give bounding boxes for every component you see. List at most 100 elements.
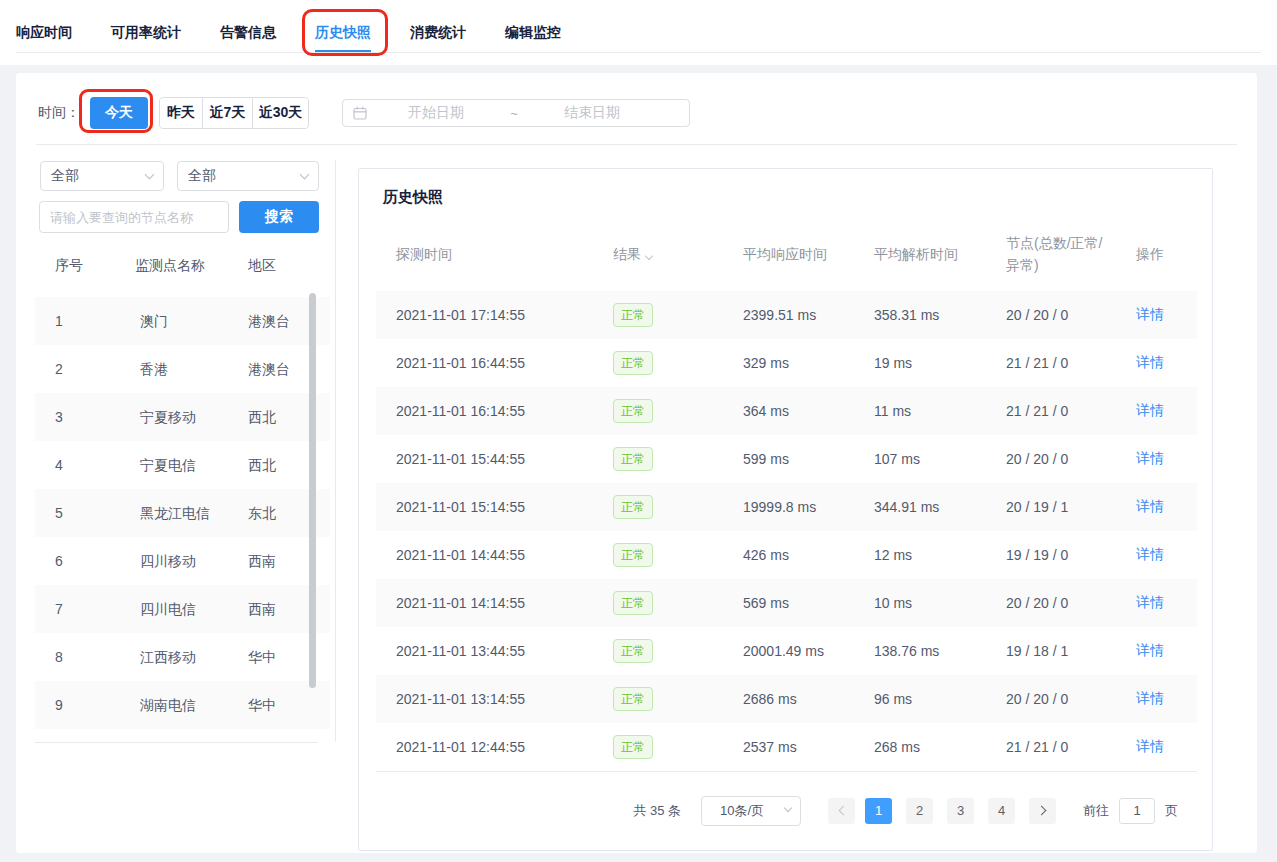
- status-badge: 正常: [613, 687, 653, 711]
- cell-avg-response: 426 ms: [723, 547, 854, 563]
- sidebar-table-header: 序号 监测点名称 地区: [16, 251, 336, 279]
- detail-link[interactable]: 详情: [1136, 450, 1164, 466]
- cell-nodes: 20 / 20 / 0: [986, 691, 1116, 707]
- cell-avg-resolve: 107 ms: [854, 451, 986, 467]
- snapshot-row: 2021-11-01 14:14:55 正常 569 ms 10 ms 20 /…: [376, 579, 1197, 627]
- monitor-point-row[interactable]: 8 江西移动 华中: [35, 633, 330, 681]
- monitor-point-row[interactable]: 5 黑龙江电信 东北: [35, 489, 330, 537]
- cell-nodes: 20 / 20 / 0: [986, 451, 1116, 467]
- tab-list: 响应时间 可用率统计 告警信息 历史快照 消费统计 编辑监控: [16, 13, 561, 53]
- column-nodes: 节点(总数/正常/异常): [986, 232, 1116, 276]
- row-index: 1: [55, 297, 63, 345]
- tab-response-time[interactable]: 响应时间: [16, 13, 72, 53]
- prev-page-button[interactable]: [828, 798, 855, 824]
- row-name: 澳门: [140, 297, 168, 345]
- tab-history-snapshot[interactable]: 历史快照: [315, 13, 371, 53]
- detail-link[interactable]: 详情: [1136, 498, 1164, 514]
- row-name: 江西移动: [140, 633, 196, 681]
- cell-avg-response: 2399.51 ms: [723, 307, 854, 323]
- detail-link[interactable]: 详情: [1136, 738, 1164, 754]
- sidebar-scrollbar-thumb[interactable]: [309, 293, 316, 688]
- snapshot-table-body: 2021-11-01 17:14:55 正常 2399.51 ms 358.31…: [376, 291, 1197, 772]
- tabbar-divider: [16, 52, 1261, 53]
- cell-probe-time: 2021-11-01 14:14:55: [376, 595, 593, 611]
- tab-availability-stats[interactable]: 可用率统计: [111, 13, 181, 53]
- row-region: 港澳台: [248, 297, 290, 345]
- page: 响应时间 可用率统计 告警信息 历史快照 消费统计 编辑监控 时间： 今天 昨天…: [0, 0, 1277, 862]
- column-avg-response: 平均响应时间: [723, 243, 854, 265]
- sort-caret-icon[interactable]: [645, 252, 653, 260]
- monitor-point-row[interactable]: 6 四川移动 西南: [35, 537, 330, 585]
- cell-action: 详情: [1116, 498, 1197, 516]
- chevron-down-icon: [300, 170, 310, 180]
- node-search-input[interactable]: [39, 201, 229, 233]
- time-filter-yesterday-button[interactable]: 昨天: [160, 98, 202, 128]
- next-page-button[interactable]: [1029, 798, 1056, 824]
- column-result[interactable]: 结果: [593, 243, 723, 265]
- column-index: 序号: [55, 251, 83, 279]
- date-separator: ~: [505, 106, 523, 121]
- page-button-4[interactable]: 4: [988, 798, 1015, 824]
- search-button[interactable]: 搜索: [239, 201, 319, 233]
- row-region: 华中: [248, 633, 276, 681]
- page-size-select[interactable]: 10条/页: [701, 796, 801, 826]
- cell-avg-response: 20001.49 ms: [723, 643, 854, 659]
- detail-link[interactable]: 详情: [1136, 306, 1164, 322]
- column-action: 操作: [1116, 243, 1197, 265]
- tab-edit-monitor[interactable]: 编辑监控: [505, 13, 561, 53]
- cell-nodes: 21 / 21 / 0: [986, 403, 1116, 419]
- cell-avg-response: 599 ms: [723, 451, 854, 467]
- detail-link[interactable]: 详情: [1136, 354, 1164, 370]
- tab-bar: 响应时间 可用率统计 告警信息 历史快照 消费统计 编辑监控: [0, 0, 1277, 65]
- page-button-3[interactable]: 3: [947, 798, 974, 824]
- tab-alert-info[interactable]: 告警信息: [220, 13, 276, 53]
- snapshot-row: 2021-11-01 16:44:55 正常 329 ms 19 ms 21 /…: [376, 339, 1197, 387]
- snapshot-row: 2021-11-01 15:14:55 正常 19999.8 ms 344.91…: [376, 483, 1197, 531]
- detail-link[interactable]: 详情: [1136, 690, 1164, 706]
- cell-result: 正常: [593, 495, 723, 519]
- status-badge: 正常: [613, 591, 653, 615]
- date-start-placeholder: 开始日期: [367, 104, 505, 122]
- status-badge: 正常: [613, 495, 653, 519]
- row-name: 湖南电信: [140, 681, 196, 729]
- page-button-2[interactable]: 2: [906, 798, 933, 824]
- date-range-picker[interactable]: 开始日期 ~ 结束日期: [342, 99, 690, 127]
- detail-link[interactable]: 详情: [1136, 546, 1164, 562]
- cell-avg-response: 19999.8 ms: [723, 499, 854, 515]
- region-filter-select[interactable]: 全部: [40, 161, 164, 191]
- monitor-point-row[interactable]: 1 澳门 港澳台: [35, 297, 330, 345]
- detail-link[interactable]: 详情: [1136, 402, 1164, 418]
- row-name: 宁夏移动: [140, 393, 196, 441]
- time-filter-last7days-button[interactable]: 近7天: [202, 98, 252, 128]
- tab-consumption-stats[interactable]: 消费统计: [410, 13, 466, 53]
- monitor-point-row[interactable]: 4 宁夏电信 西北: [35, 441, 330, 489]
- monitor-point-row[interactable]: 9 湖南电信 华中: [35, 681, 330, 729]
- cell-action: 详情: [1116, 690, 1197, 708]
- cell-nodes: 19 / 18 / 1: [986, 643, 1116, 659]
- status-badge: 正常: [613, 399, 653, 423]
- row-region: 西北: [248, 393, 276, 441]
- monitor-point-row[interactable]: 7 四川电信 西南: [35, 585, 330, 633]
- row-index: 6: [55, 537, 63, 585]
- goto-page-input[interactable]: [1119, 798, 1155, 824]
- time-filter-today-button[interactable]: 今天: [90, 97, 148, 129]
- row-index: 2: [55, 345, 63, 393]
- chevron-left-icon: [838, 806, 848, 816]
- column-probe-time: 探测时间: [376, 243, 593, 265]
- cell-nodes: 21 / 21 / 0: [986, 739, 1116, 755]
- time-filter-last30days-button[interactable]: 近30天: [252, 98, 308, 128]
- time-filter-label: 时间：: [38, 105, 80, 119]
- operator-filter-select[interactable]: 全部: [177, 161, 319, 191]
- history-snapshot-panel: 历史快照 探测时间 结果 平均响应时间 平均解析时间 节点(总数/正常/异常) …: [358, 168, 1213, 851]
- cell-avg-resolve: 358.31 ms: [854, 307, 986, 323]
- operator-filter-value: 全部: [188, 167, 301, 185]
- total-count: 共 35 条: [633, 802, 681, 820]
- monitor-point-row[interactable]: 2 香港 港澳台: [35, 345, 330, 393]
- detail-link[interactable]: 详情: [1136, 642, 1164, 658]
- detail-link[interactable]: 详情: [1136, 594, 1164, 610]
- cell-action: 详情: [1116, 546, 1197, 564]
- goto-suffix: 页: [1165, 802, 1178, 820]
- monitor-point-row[interactable]: 3 宁夏移动 西北: [35, 393, 330, 441]
- cell-avg-resolve: 138.76 ms: [854, 643, 986, 659]
- page-button-1[interactable]: 1: [865, 798, 892, 824]
